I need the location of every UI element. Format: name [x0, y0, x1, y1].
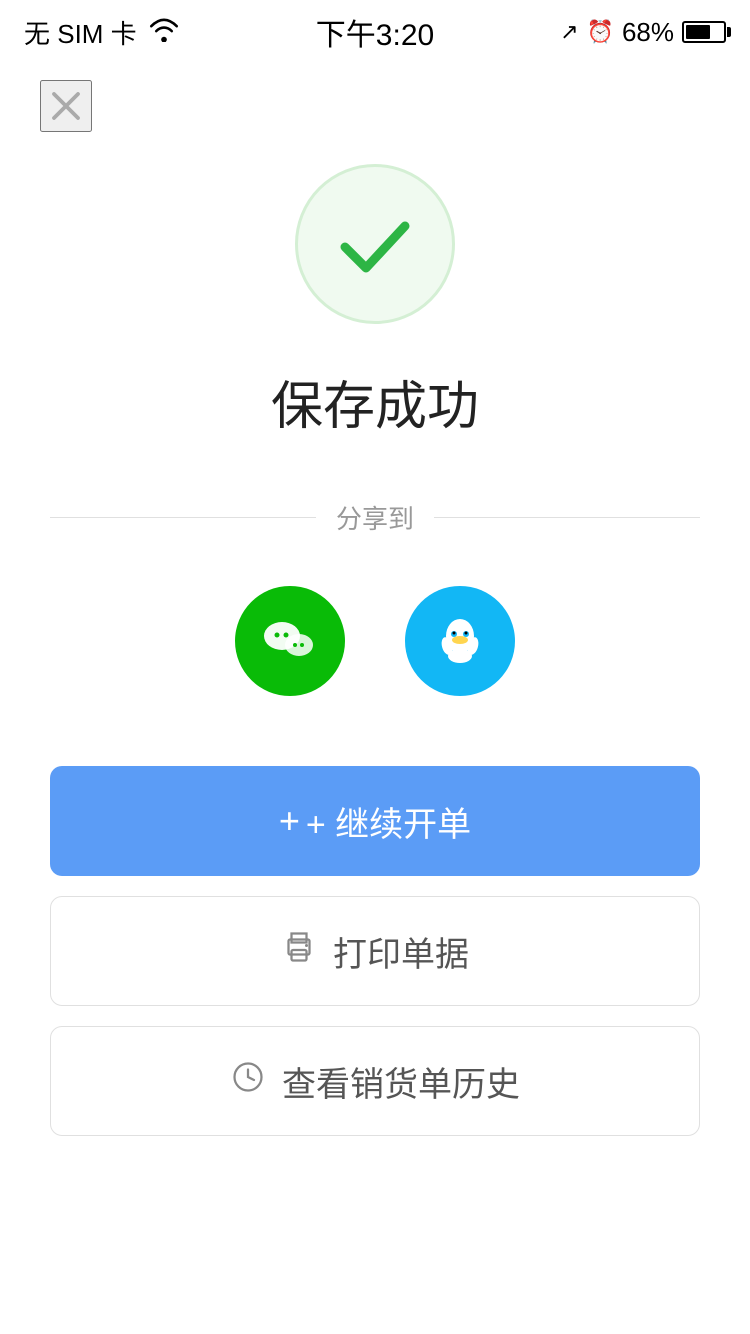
- status-time: 下午3:20: [316, 10, 434, 54]
- status-right: ↗ ⏰ 68%: [560, 17, 726, 48]
- battery-percent: 68%: [622, 17, 674, 48]
- history-button[interactable]: 查看销货单历史: [50, 1026, 700, 1136]
- main-content: 保存成功 分享到: [0, 64, 750, 1136]
- history-icon: [230, 1059, 266, 1104]
- history-label: 查看销货单历史: [282, 1057, 520, 1106]
- status-left: 无 SIM 卡: [24, 14, 181, 51]
- plus-icon: +: [279, 800, 300, 842]
- share-label: 分享到: [316, 499, 434, 536]
- print-label: 打印单据: [333, 927, 469, 976]
- wechat-icon: [257, 608, 323, 674]
- location-icon: ↗: [560, 19, 578, 45]
- print-button[interactable]: 打印单据: [50, 896, 700, 1006]
- status-bar: 无 SIM 卡 下午3:20 ↗ ⏰ 68%: [0, 0, 750, 64]
- wifi-icon: [147, 16, 181, 49]
- share-icons-row: [235, 586, 515, 696]
- checkmark-icon: [330, 199, 420, 289]
- success-icon-circle: [295, 164, 455, 324]
- action-buttons: + + 继续开单 打印单据 查看销货单历: [50, 766, 700, 1136]
- alarm-icon: ⏰: [587, 19, 614, 45]
- share-divider: 分享到: [50, 499, 700, 536]
- wechat-share-button[interactable]: [235, 586, 345, 696]
- continue-order-button[interactable]: + + 继续开单: [50, 766, 700, 876]
- qq-share-button[interactable]: [405, 586, 515, 696]
- battery-icon: [682, 18, 726, 46]
- success-title: 保存成功: [271, 364, 479, 439]
- printer-icon: [281, 929, 317, 974]
- close-button[interactable]: [40, 80, 92, 132]
- qq-icon: [427, 608, 493, 674]
- continue-order-label: + 继续开单: [306, 797, 471, 846]
- no-sim-label: 无 SIM 卡: [24, 14, 137, 51]
